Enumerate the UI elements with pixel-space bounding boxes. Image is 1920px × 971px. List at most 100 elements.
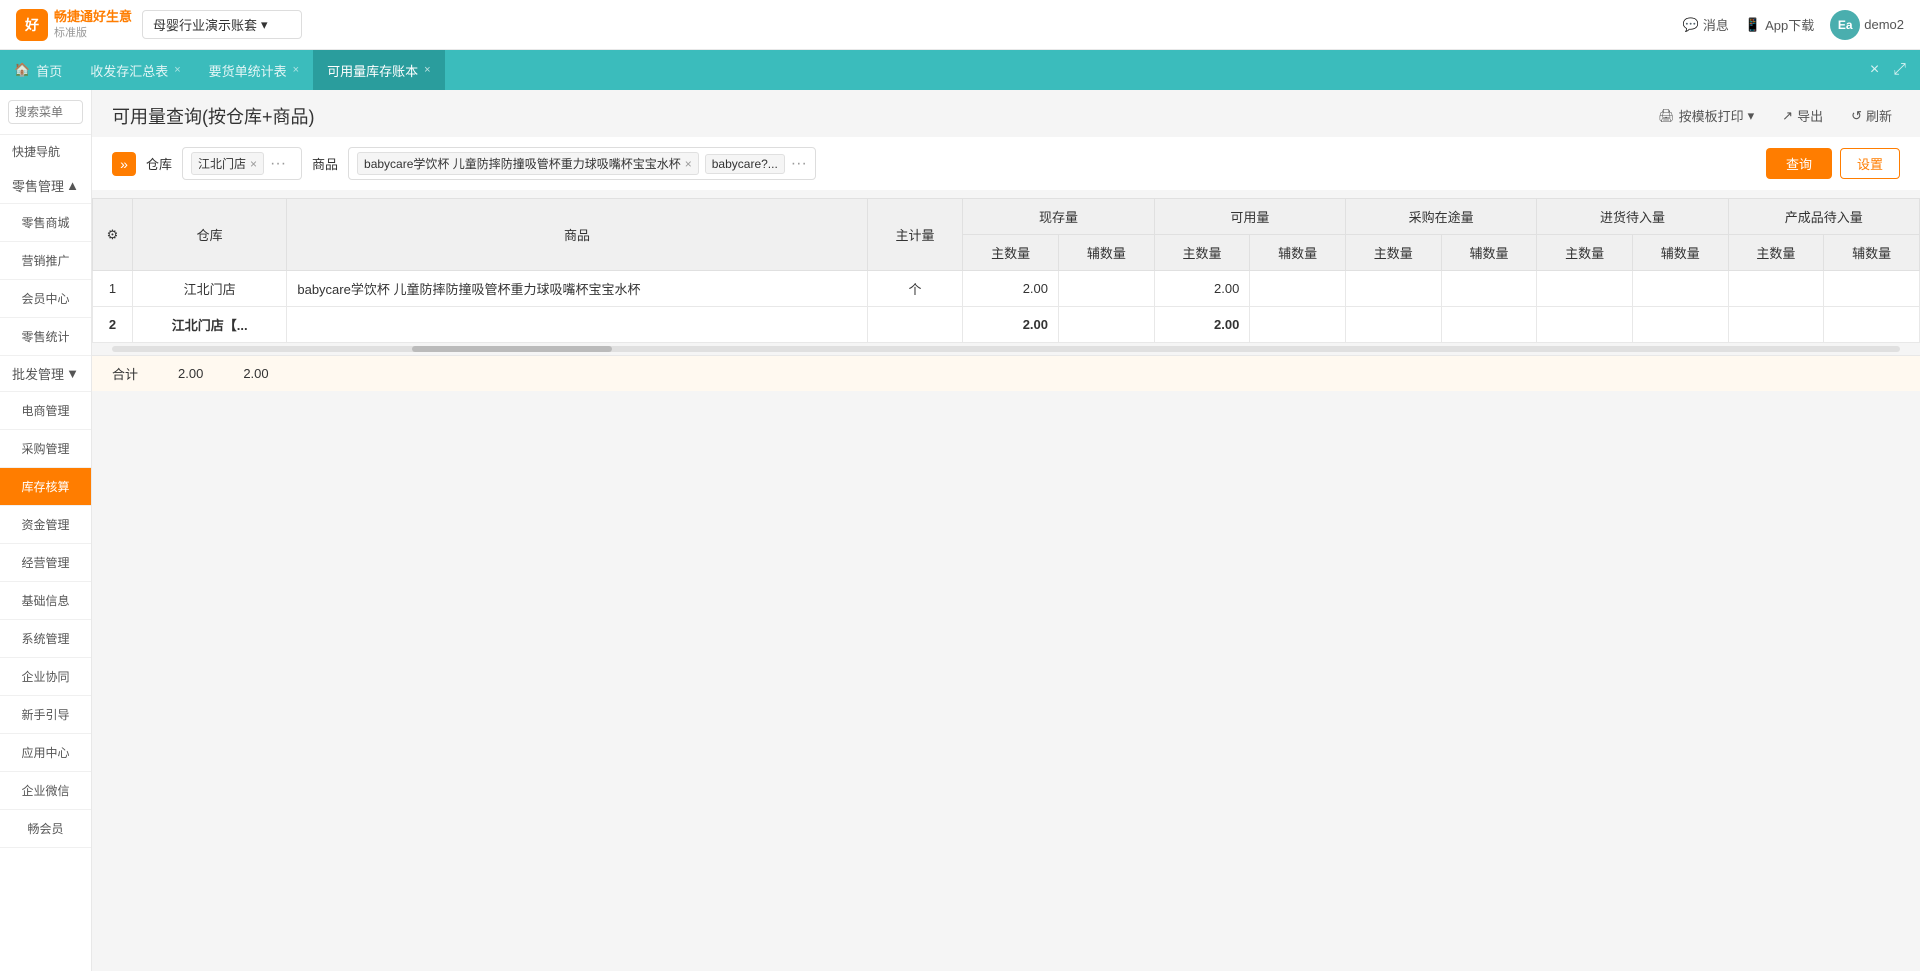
tab-home[interactable]: 🏠 首页 (0, 50, 76, 90)
sidebar-member-label: 会员中心 (21, 290, 69, 307)
sidebar-item-basic[interactable]: 基础信息 (0, 582, 91, 620)
goods-tag-close[interactable]: × (685, 157, 692, 171)
refresh-button[interactable]: ↺ 刷新 (1843, 102, 1900, 129)
tab-available[interactable]: 可用量库存账本 × (313, 50, 444, 90)
query-button[interactable]: 查询 (1766, 148, 1832, 179)
sidebar-item-wechat[interactable]: 企业微信 (0, 772, 91, 810)
sidebar-item-collab[interactable]: 企业协同 (0, 658, 91, 696)
tab-orders[interactable]: 要货单统计表 × (195, 50, 313, 90)
warehouse-tag-close[interactable]: × (250, 157, 257, 171)
th-stock-main: 主数量 (963, 235, 1059, 271)
footer-stock-item: 2.00 (178, 366, 203, 381)
sidebar-wechat-label: 企业微信 (21, 782, 69, 799)
maximize-icon[interactable]: ⤢ (1889, 57, 1910, 83)
row1-avail-main: 2.00 (1154, 271, 1250, 307)
sidebar-item-newguide[interactable]: 新手引导 (0, 696, 91, 734)
sidebar-item-retail-shop[interactable]: 零售商城 (0, 204, 91, 242)
scroll-thumb[interactable] (412, 346, 612, 352)
tab-available-close[interactable]: × (424, 64, 430, 76)
sidebar-marketing-label: 营销推广 (21, 252, 69, 269)
sidebar-ecommerce-label: 电商管理 (21, 402, 69, 419)
industry-selector[interactable]: 母婴行业演示账套 ▾ (142, 10, 302, 39)
table-footer: 合计 2.00 2.00 (92, 355, 1920, 391)
row1-stock-aux (1059, 271, 1155, 307)
footer-total-label: 合计 (112, 364, 138, 383)
sidebar-item-finance[interactable]: 资金管理 (0, 506, 91, 544)
sidebar-item-purchase[interactable]: 采购管理 (0, 430, 91, 468)
logo-icon: 好 (16, 9, 48, 41)
tab-orders-close[interactable]: × (293, 64, 299, 76)
user-label: demo2 (1864, 17, 1904, 32)
sidebar-appstore-label: 应用中心 (21, 744, 69, 761)
goods-label: 商品 (312, 154, 338, 173)
sidebar-item-operation[interactable]: 经营管理 (0, 544, 91, 582)
sidebar-item-inventory[interactable]: 库存核算 (0, 468, 91, 506)
goods-filter[interactable]: babycare学饮杯 儿童防摔防撞吸管杯重力球吸嘴杯宝宝水杯 × babyca… (348, 147, 816, 180)
row1-productin-aux (1824, 271, 1920, 307)
sidebar-quick-nav[interactable]: 快捷导航 (0, 135, 91, 168)
message-icon: 💬 (1683, 17, 1699, 33)
scroll-track[interactable] (112, 346, 1900, 352)
quick-nav-label: 快捷导航 (12, 143, 60, 160)
tab-receipts[interactable]: 收发存汇总表 × (76, 50, 194, 90)
row1-goodsin-main (1537, 271, 1633, 307)
sidebar-newguide-label: 新手引导 (21, 706, 69, 723)
row1-productin-main (1728, 271, 1824, 307)
top-bar-right: 💬 消息 📱 App下载 Ea demo2 (1683, 10, 1904, 40)
tab-available-label: 可用量库存账本 (327, 61, 418, 80)
settings-button[interactable]: 设置 (1840, 148, 1900, 179)
sidebar-item-retail[interactable]: 零售管理 ▲ (0, 168, 91, 204)
th-warehouse: 仓库 (133, 199, 287, 271)
tab-receipts-close[interactable]: × (174, 64, 180, 76)
warehouse-filter[interactable]: 江北门店 × ··· (182, 147, 302, 180)
sidebar-item-marketing[interactable]: 营销推广 (0, 242, 91, 280)
row1-stock-main: 2.00 (963, 271, 1059, 307)
tab-receipts-label: 收发存汇总表 (90, 61, 168, 80)
sidebar-search-area (0, 90, 91, 135)
user-menu[interactable]: Ea demo2 (1830, 10, 1904, 40)
th-purchase-main: 主数量 (1345, 235, 1441, 271)
sidebar-item-vip[interactable]: 畅会员 (0, 810, 91, 848)
th-goodsin-main: 主数量 (1537, 235, 1633, 271)
goods-more[interactable]: ··· (791, 155, 807, 173)
warehouse-tag: 江北门店 × (191, 152, 264, 175)
row1-index: 1 (93, 271, 133, 307)
print-label: 按模板打印 (1679, 106, 1744, 125)
row2-avail-aux (1250, 307, 1346, 343)
chevron-down-icon2: ▼ (66, 366, 79, 381)
sidebar-item-appstore[interactable]: 应用中心 (0, 734, 91, 772)
goods-tag: babycare学饮杯 儿童防摔防撞吸管杯重力球吸嘴杯宝宝水杯 × (357, 152, 699, 175)
row2-stock-main: 2.00 (963, 307, 1059, 343)
refresh-icon: ↺ (1851, 108, 1862, 124)
warehouse-label: 仓库 (146, 154, 172, 173)
row2-purchase-main (1345, 307, 1441, 343)
row2-purchase-aux (1441, 307, 1537, 343)
sidebar-item-member[interactable]: 会员中心 (0, 280, 91, 318)
close-window-icon[interactable]: × (1866, 57, 1883, 83)
scrollbar-area (92, 343, 1920, 355)
sidebar-operation-label: 经营管理 (21, 554, 69, 571)
sidebar-item-ecommerce[interactable]: 电商管理 (0, 392, 91, 430)
sidebar-item-retail-stat[interactable]: 零售统计 (0, 318, 91, 356)
th-stock-aux: 辅数量 (1059, 235, 1155, 271)
th-settings[interactable]: ⚙ (93, 199, 133, 271)
nav-tabs: 🏠 首页 收发存汇总表 × 要货单统计表 × 可用量库存账本 × × ⤢ (0, 50, 1920, 90)
sidebar-item-system[interactable]: 系统管理 (0, 620, 91, 658)
app-download-button[interactable]: 📱 App下载 (1745, 15, 1814, 34)
row1-warehouse: 江北门店 (133, 271, 287, 307)
export-button[interactable]: ↗ 导出 (1774, 102, 1831, 129)
message-label: 消息 (1703, 15, 1729, 34)
sidebar-vip-label: 畅会员 (27, 820, 63, 837)
th-stock: 现存量 (963, 199, 1154, 235)
filter-expand-button[interactable]: » (112, 152, 136, 176)
message-button[interactable]: 💬 消息 (1683, 15, 1729, 34)
footer-avail-total: 2.00 (243, 366, 268, 381)
row2-avail-main: 2.00 (1154, 307, 1250, 343)
sidebar-basic-label: 基础信息 (21, 592, 69, 609)
print-button[interactable]: 🖨 按模板打印 ▾ (1650, 102, 1762, 129)
row1-goodsin-aux (1632, 271, 1728, 307)
sidebar-item-wholesale[interactable]: 批发管理 ▼ (0, 356, 91, 392)
search-input[interactable] (8, 100, 83, 124)
top-bar-left: 好 畅捷通好生意 标准版 母婴行业演示账套 ▾ (16, 9, 302, 41)
warehouse-more[interactable]: ··· (270, 155, 286, 173)
